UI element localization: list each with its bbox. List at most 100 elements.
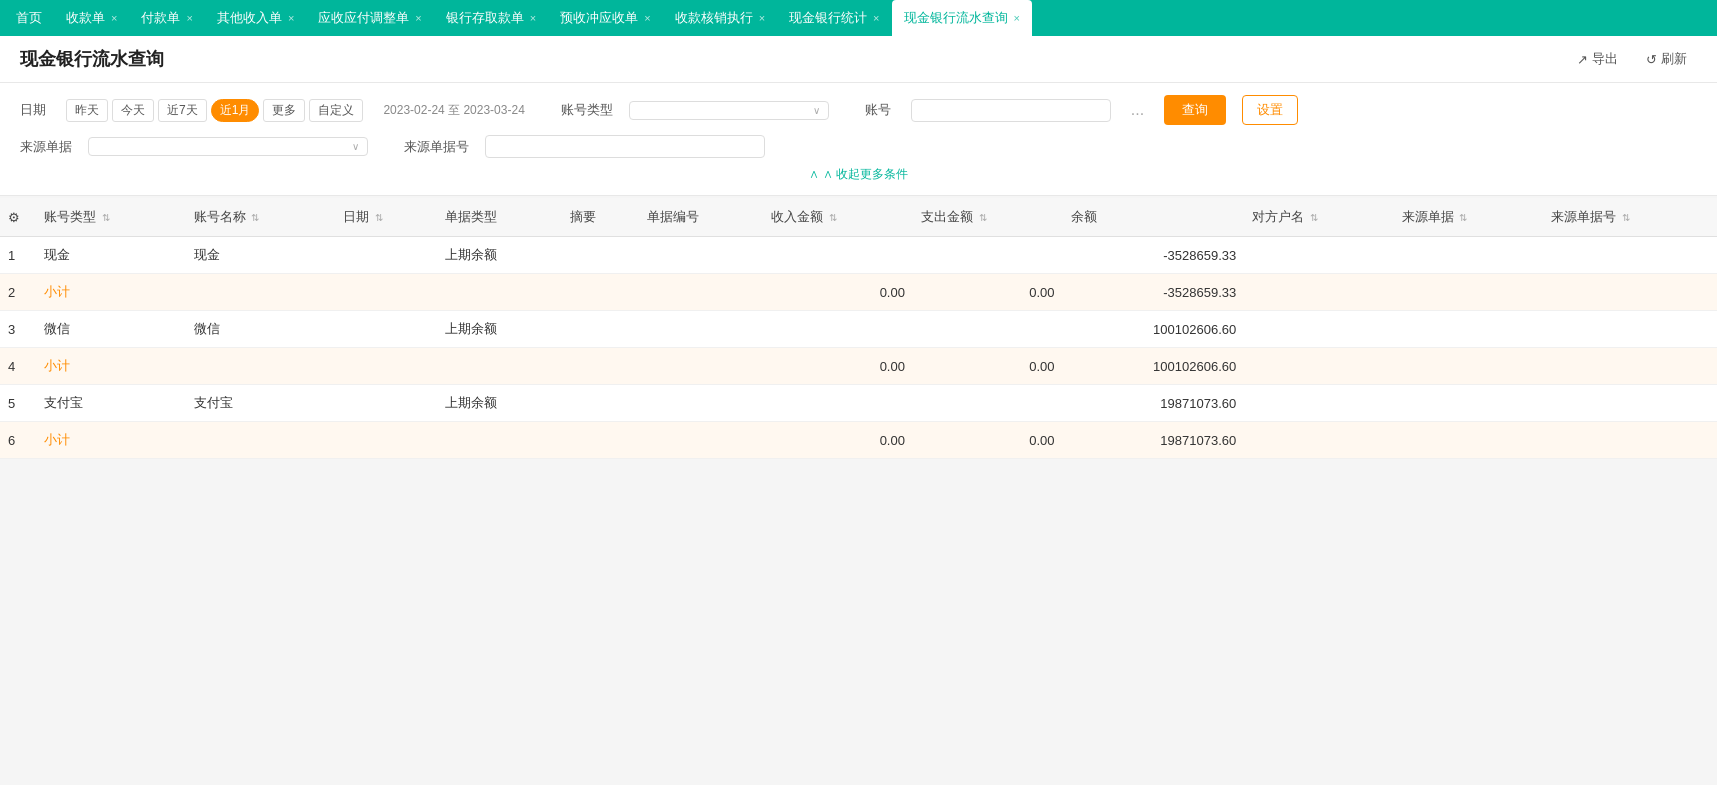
collapse-label: ∧ 收起更多条件 xyxy=(823,167,908,181)
cell-balance: 19871073.60 xyxy=(1063,385,1245,422)
sort-account-type[interactable]: ⇅ xyxy=(102,212,110,223)
cell-summary xyxy=(562,237,639,274)
nav-close-stats[interactable]: × xyxy=(873,12,879,24)
sort-account-name[interactable]: ⇅ xyxy=(251,212,259,223)
collapse-bar[interactable]: ∧ ∧ 收起更多条件 xyxy=(20,162,1697,187)
sort-date[interactable]: ⇅ xyxy=(375,212,383,223)
source-doc-num-input-wrap xyxy=(485,135,765,158)
col-expense-label: 支出金额 xyxy=(921,209,973,224)
table-row[interactable]: 3微信微信上期余额100102606.60 xyxy=(0,311,1717,348)
date-7days[interactable]: 近7天 xyxy=(158,99,207,122)
col-balance-label: 余额 xyxy=(1071,209,1097,224)
nav-close-advance[interactable]: × xyxy=(644,12,650,24)
nav-close-receipt[interactable]: × xyxy=(111,12,117,24)
nav-item-payment[interactable]: 付款单 × xyxy=(129,0,204,36)
cell-expense xyxy=(913,311,1063,348)
nav-label-bank: 银行存取款单 xyxy=(446,9,524,27)
cell-expense: 0.00 xyxy=(913,348,1063,385)
nav-close-other-income[interactable]: × xyxy=(288,12,294,24)
cell-counter-party xyxy=(1244,237,1394,274)
nav-item-verify[interactable]: 收款核销执行 × xyxy=(663,0,777,36)
cell-source-doc xyxy=(1394,422,1544,459)
nav-item-adjustment[interactable]: 应收应付调整单 × xyxy=(306,0,433,36)
nav-item-receipt[interactable]: 收款单 × xyxy=(54,0,129,36)
col-doc-number: 单据编号 xyxy=(639,198,764,237)
gear-icon[interactable]: ⚙ xyxy=(8,210,20,225)
cell-row-num: 1 xyxy=(0,237,36,274)
cell-balance: 19871073.60 xyxy=(1063,422,1245,459)
nav-item-advance[interactable]: 预收冲应收单 × xyxy=(548,0,662,36)
date-1month[interactable]: 近1月 xyxy=(211,99,260,122)
sort-source-doc[interactable]: ⇅ xyxy=(1459,212,1467,223)
cell-source-doc-num xyxy=(1543,385,1717,422)
source-doc-select[interactable]: ∨ xyxy=(88,137,368,156)
cell-counter-party xyxy=(1244,348,1394,385)
sort-source-doc-num[interactable]: ⇅ xyxy=(1622,212,1630,223)
cell-expense xyxy=(913,385,1063,422)
cell-doc-type xyxy=(437,274,562,311)
cell-source-doc-num xyxy=(1543,237,1717,274)
col-account-type-label: 账号类型 xyxy=(44,209,96,224)
nav-item-home[interactable]: 首页 xyxy=(4,0,54,36)
top-nav: 首页 收款单 × 付款单 × 其他收入单 × 应收应付调整单 × 银行存取款单 … xyxy=(0,0,1717,36)
table-row[interactable]: 1现金现金上期余额-3528659.33 xyxy=(0,237,1717,274)
export-label: 导出 xyxy=(1592,50,1618,68)
account-input-wrap xyxy=(911,99,1111,122)
cell-date xyxy=(335,237,437,274)
refresh-button[interactable]: ↺ 刷新 xyxy=(1636,46,1697,72)
settings-button[interactable]: 设置 xyxy=(1242,95,1298,125)
col-counter-party: 对方户名 ⇅ xyxy=(1244,198,1394,237)
cell-date xyxy=(335,385,437,422)
source-doc-num-input[interactable] xyxy=(494,139,756,154)
refresh-label: 刷新 xyxy=(1661,50,1687,68)
cell-account-type: 小计 xyxy=(36,422,186,459)
col-summary-label: 摘要 xyxy=(570,209,596,224)
nav-label-verify: 收款核销执行 xyxy=(675,9,753,27)
cell-account-type: 现金 xyxy=(36,237,186,274)
export-button[interactable]: ↗ 导出 xyxy=(1567,46,1628,72)
sort-counter-party[interactable]: ⇅ xyxy=(1310,212,1318,223)
cell-income xyxy=(763,311,913,348)
table-row[interactable]: 2小计0.000.00-3528659.33 xyxy=(0,274,1717,311)
cell-income: 0.00 xyxy=(763,274,913,311)
nav-item-bank[interactable]: 银行存取款单 × xyxy=(434,0,548,36)
nav-item-cashflow[interactable]: 现金银行流水查询 × xyxy=(892,0,1032,36)
col-account-type: 账号类型 ⇅ xyxy=(36,198,186,237)
cell-account-name: 现金 xyxy=(186,237,336,274)
account-label: 账号 xyxy=(865,101,895,119)
sort-expense[interactable]: ⇅ xyxy=(979,212,987,223)
cell-doc-number xyxy=(639,385,764,422)
date-today[interactable]: 今天 xyxy=(112,99,154,122)
table-row[interactable]: 4小计0.000.00100102606.60 xyxy=(0,348,1717,385)
query-button[interactable]: 查询 xyxy=(1164,95,1226,125)
cell-doc-type: 上期余额 xyxy=(437,385,562,422)
nav-close-adjustment[interactable]: × xyxy=(415,12,421,24)
col-account-name-label: 账号名称 xyxy=(194,209,246,224)
table-row[interactable]: 6小计0.000.0019871073.60 xyxy=(0,422,1717,459)
cell-account-type: 小计 xyxy=(36,274,186,311)
date-custom[interactable]: 自定义 xyxy=(309,99,363,122)
cell-counter-party xyxy=(1244,311,1394,348)
nav-close-verify[interactable]: × xyxy=(759,12,765,24)
account-type-select[interactable]: ∨ xyxy=(629,101,829,120)
cell-counter-party xyxy=(1244,385,1394,422)
nav-item-stats[interactable]: 现金银行统计 × xyxy=(777,0,891,36)
date-yesterday[interactable]: 昨天 xyxy=(66,99,108,122)
nav-close-bank[interactable]: × xyxy=(530,12,536,24)
col-income-label: 收入金额 xyxy=(771,209,823,224)
export-icon: ↗ xyxy=(1577,52,1588,67)
table-row[interactable]: 5支付宝支付宝上期余额19871073.60 xyxy=(0,385,1717,422)
nav-label-payment: 付款单 xyxy=(141,9,180,27)
sort-income[interactable]: ⇅ xyxy=(829,212,837,223)
account-dots[interactable]: ... xyxy=(1127,101,1148,119)
date-more[interactable]: 更多 xyxy=(263,99,305,122)
col-income: 收入金额 ⇅ xyxy=(763,198,913,237)
col-account-name: 账号名称 ⇅ xyxy=(186,198,336,237)
nav-close-payment[interactable]: × xyxy=(186,12,192,24)
cell-counter-party xyxy=(1244,274,1394,311)
cell-row-num: 5 xyxy=(0,385,36,422)
nav-close-cashflow[interactable]: × xyxy=(1014,12,1020,24)
account-input[interactable] xyxy=(920,103,1102,118)
nav-item-other-income[interactable]: 其他收入单 × xyxy=(205,0,306,36)
data-table: ⚙ 账号类型 ⇅ 账号名称 ⇅ 日期 ⇅ 单据类型 xyxy=(0,198,1717,459)
